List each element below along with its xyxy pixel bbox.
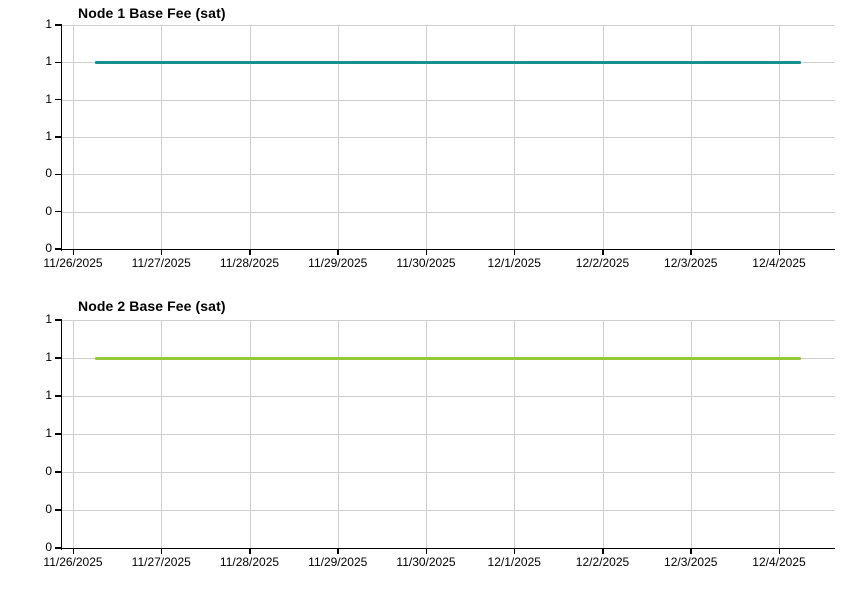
base-fee-dashboard: Node 1 Base Fee (sat) 11/26/2025 11/27/20…	[0, 0, 860, 600]
gridline-horizontal	[62, 434, 835, 435]
gridline-horizontal	[62, 472, 835, 473]
x-tick-label: 11/26/2025	[43, 555, 103, 569]
x-tick-label: 12/1/2025	[487, 555, 541, 569]
y-tick-label: 1	[45, 426, 52, 440]
y-tick-label: 1	[45, 350, 52, 364]
y-tick-label: 0	[45, 464, 52, 478]
x-tick-label: 12/4/2025	[752, 555, 806, 569]
series-line-node2	[95, 356, 802, 360]
y-tick-label: 0	[45, 540, 52, 554]
gridline-horizontal	[62, 510, 835, 511]
x-tick-label: 11/27/2025	[131, 555, 191, 569]
chart-node-2-base-fee: Node 2 Base Fee (sat) 11/26/2025 11/27/20…	[0, 0, 860, 600]
gridline-vertical	[73, 320, 74, 548]
y-tick-label: 0	[45, 502, 52, 516]
gridline-vertical	[161, 320, 163, 548]
gridline-vertical	[514, 320, 516, 548]
gridline-vertical	[249, 320, 251, 548]
x-tick-label: 12/3/2025	[664, 555, 718, 569]
gridline-vertical	[779, 320, 780, 548]
gridline-vertical	[602, 320, 604, 548]
x-tick-label: 11/29/2025	[308, 555, 368, 569]
y-tick-label: 1	[45, 388, 52, 402]
y-axis	[60, 320, 62, 550]
gridline-horizontal	[62, 396, 835, 397]
x-axis	[60, 547, 835, 549]
x-tick-label: 11/30/2025	[396, 555, 456, 569]
gridline-vertical	[337, 320, 339, 548]
gridline-vertical	[690, 320, 692, 548]
gridline-vertical	[426, 320, 427, 548]
y-tick-label: 1	[45, 312, 52, 326]
x-tick-label: 12/2/2025	[575, 555, 630, 569]
gridline-horizontal	[62, 320, 835, 321]
x-tick-label: 11/28/2025	[219, 555, 280, 569]
chart-title: Node 2 Base Fee (sat)	[78, 298, 226, 314]
